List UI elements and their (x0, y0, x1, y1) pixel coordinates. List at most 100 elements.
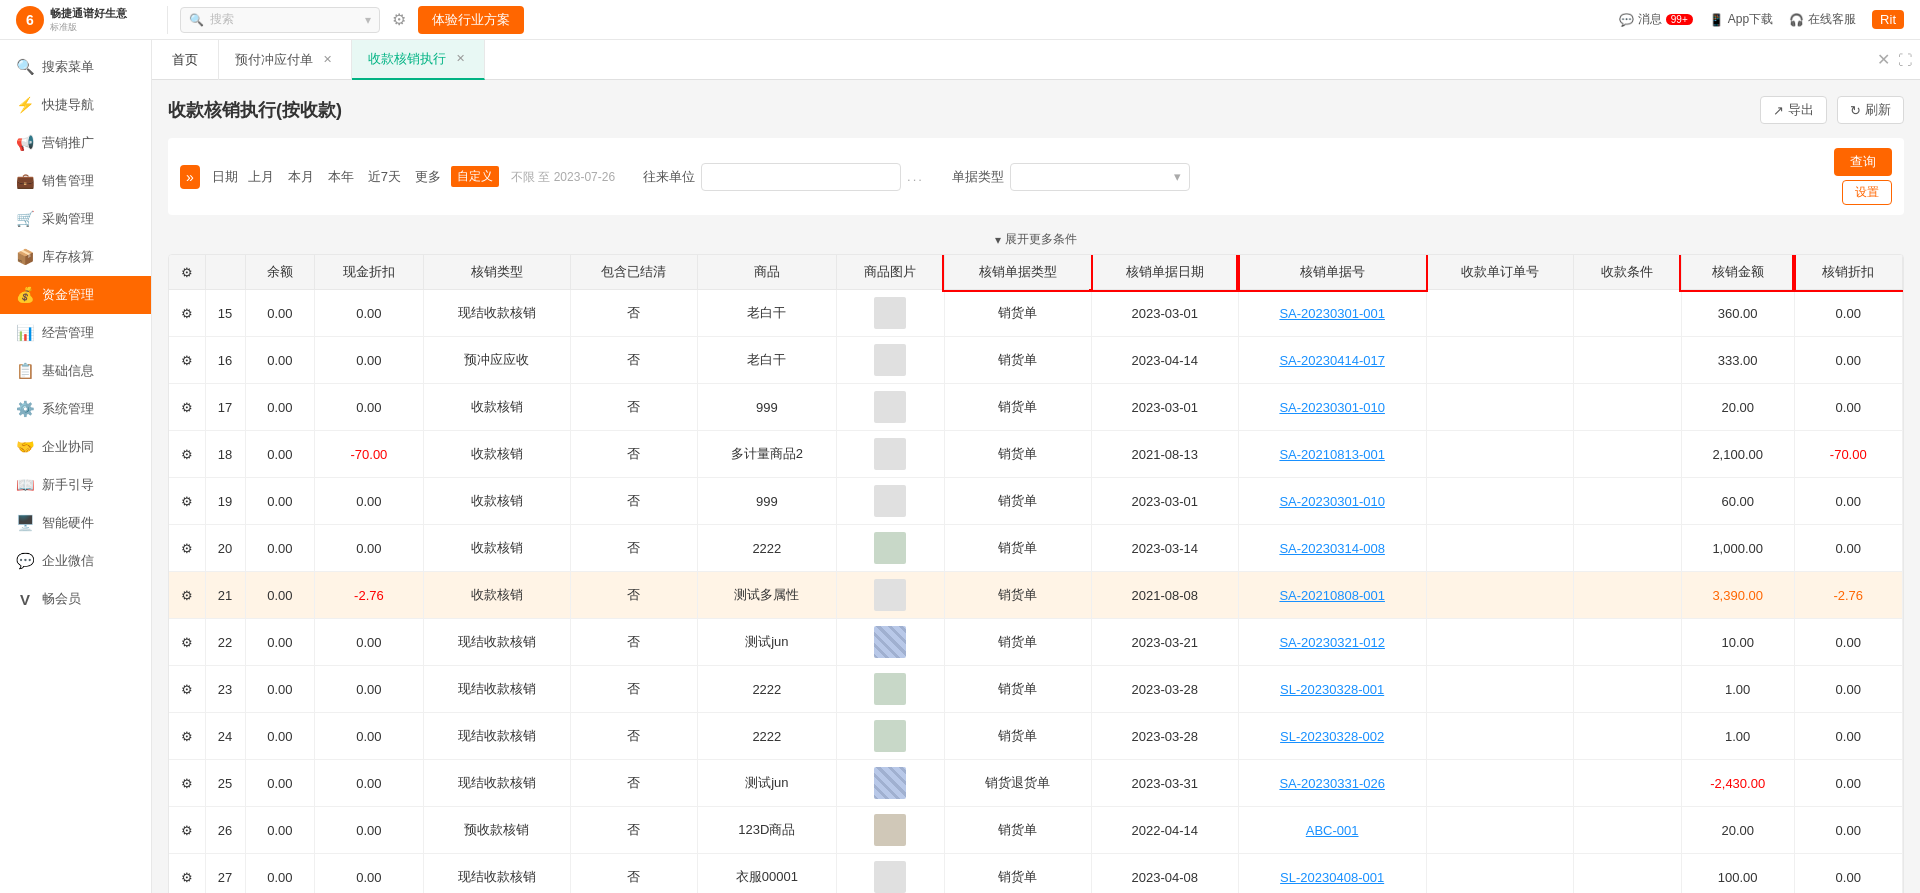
filter-7days[interactable]: 近7天 (364, 166, 405, 188)
box-icon: 📦 (16, 248, 34, 266)
solution-button[interactable]: 体验行业方案 (418, 6, 524, 34)
sidebar-item-guide[interactable]: 📖 新手引导 (0, 466, 151, 504)
col-settings-header: ⚙ (169, 255, 205, 290)
cell-settings[interactable]: ⚙ (169, 807, 205, 854)
filter-this-month[interactable]: 本月 (284, 166, 318, 188)
cell-writeoff-number[interactable]: SL-20230328-001 (1238, 666, 1426, 713)
sidebar-item-hardware[interactable]: 🖥️ 智能硬件 (0, 504, 151, 542)
voucher-type-select[interactable]: ▾ (1010, 163, 1190, 191)
cell-settings[interactable]: ⚙ (169, 431, 205, 478)
sidebar-item-finance[interactable]: 💰 资金管理 (0, 276, 151, 314)
cell-writeoff-number[interactable]: SL-20230408-001 (1238, 854, 1426, 894)
query-button[interactable]: 查询 (1834, 148, 1892, 176)
table-row: ⚙ 20 0.00 0.00 收款核销 否 2222 销货单 2023-03-1… (169, 525, 1903, 572)
tab-home[interactable]: 首页 (152, 40, 219, 80)
tab-writeoff-close[interactable]: ✕ (452, 51, 468, 67)
tab-prepay[interactable]: 预付冲应付单 ✕ (219, 40, 352, 80)
partner-dots: ... (907, 169, 924, 184)
sidebar-item-purchase[interactable]: 🛒 采购管理 (0, 200, 151, 238)
settings-button[interactable]: 设置 (1842, 180, 1892, 205)
cell-writeoff-discount: -2.76 (1794, 572, 1902, 619)
filter-this-year[interactable]: 本年 (324, 166, 358, 188)
sidebar-item-wechat[interactable]: 💬 企业微信 (0, 542, 151, 580)
online-service-btn[interactable]: 🎧 在线客服 (1789, 11, 1856, 28)
cell-writeoff-date: 2023-03-21 (1091, 619, 1238, 666)
cell-writeoff-number[interactable]: SA-20230314-008 (1238, 525, 1426, 572)
page-header: 收款核销执行(按收款) ↗ 导出 ↻ 刷新 (168, 96, 1904, 124)
cell-cash-discount: 0.00 (315, 713, 423, 760)
col-writeoff-discount-header: 核销折扣 (1794, 255, 1902, 290)
cell-include-cleared: 否 (570, 807, 698, 854)
cell-settings[interactable]: ⚙ (169, 713, 205, 760)
cell-balance: 0.00 (245, 525, 315, 572)
cell-writeoff-number[interactable]: SA-20210813-001 (1238, 431, 1426, 478)
filter-expand-btn[interactable]: » (180, 165, 200, 189)
filter-more[interactable]: 更多 (411, 166, 445, 188)
tab-writeoff[interactable]: 收款核销执行 ✕ (352, 40, 485, 80)
sidebar-item-search[interactable]: 🔍 搜索菜单 (0, 48, 151, 86)
cell-writeoff-number[interactable]: SA-20230414-017 (1238, 337, 1426, 384)
expand-window-icon[interactable]: ⛶ (1898, 52, 1912, 68)
cell-writeoff-discount: 0.00 (1794, 384, 1902, 431)
cell-settings[interactable]: ⚙ (169, 384, 205, 431)
sidebar-item-operations[interactable]: 📊 经营管理 (0, 314, 151, 352)
cell-writeoff-date: 2023-03-28 (1091, 713, 1238, 760)
cell-writeoff-date: 2021-08-08 (1091, 572, 1238, 619)
cell-settings[interactable]: ⚙ (169, 666, 205, 713)
cell-include-cleared: 否 (570, 478, 698, 525)
cell-writeoff-number[interactable]: SA-20230321-012 (1238, 619, 1426, 666)
cell-writeoff-number[interactable]: ABC-001 (1238, 807, 1426, 854)
top-search-box[interactable]: 🔍 搜索 ▾ (180, 7, 380, 33)
app-download-btn[interactable]: 📱 App下载 (1709, 11, 1773, 28)
tab-prepay-close[interactable]: ✕ (319, 52, 335, 68)
cell-settings[interactable]: ⚙ (169, 478, 205, 525)
cart-icon: 🛒 (16, 210, 34, 228)
cell-writeoff-type: 收款核销 (423, 431, 570, 478)
filter-last-month[interactable]: 上月 (244, 166, 278, 188)
filter-custom[interactable]: 自定义 (451, 166, 499, 187)
money-icon: 💰 (16, 286, 34, 304)
cell-settings[interactable]: ⚙ (169, 525, 205, 572)
cell-index: 20 (205, 525, 245, 572)
cell-writeoff-number[interactable]: SA-20210808-001 (1238, 572, 1426, 619)
cell-index: 15 (205, 290, 245, 337)
cell-settings[interactable]: ⚙ (169, 760, 205, 807)
expand-conditions-bar[interactable]: ▾ 展开更多条件 (168, 225, 1904, 254)
cell-writeoff-number[interactable]: SL-20230328-002 (1238, 713, 1426, 760)
cell-settings[interactable]: ⚙ (169, 619, 205, 666)
close-window-icon[interactable]: ✕ (1877, 50, 1890, 69)
cell-settings[interactable]: ⚙ (169, 854, 205, 894)
sidebar-item-vip[interactable]: V 畅会员 (0, 580, 151, 618)
refresh-button[interactable]: ↻ 刷新 (1837, 96, 1904, 124)
sidebar-item-inventory[interactable]: 📦 库存核算 (0, 238, 151, 276)
cell-writeoff-number[interactable]: SA-20230301-001 (1238, 290, 1426, 337)
sidebar-item-sales[interactable]: 💼 销售管理 (0, 162, 151, 200)
sidebar-item-marketing[interactable]: 📢 营销推广 (0, 124, 151, 162)
gear-icon[interactable]: ⚙ (392, 10, 406, 29)
sidebar-item-quicknav[interactable]: ⚡ 快捷导航 (0, 86, 151, 124)
user-avatar[interactable]: Rit (1872, 10, 1904, 29)
cell-index: 19 (205, 478, 245, 525)
col-product-header: 商品 (698, 255, 836, 290)
cell-writeoff-number[interactable]: SA-20230331-026 (1238, 760, 1426, 807)
sidebar-item-collab[interactable]: 🤝 企业协同 (0, 428, 151, 466)
cell-include-cleared: 否 (570, 713, 698, 760)
tab-writeoff-label: 收款核销执行 (368, 50, 446, 68)
cell-writeoff-number[interactable]: SA-20230301-010 (1238, 478, 1426, 525)
messages-btn[interactable]: 💬 消息 99+ (1619, 11, 1693, 28)
cell-product-image (836, 619, 944, 666)
data-table: ⚙ 余额 现金折扣 核销类型 包含已结清 商品 商品图片 核销单据类型 核销单据… (169, 255, 1903, 893)
export-button[interactable]: ↗ 导出 (1760, 96, 1827, 124)
table-scroll[interactable]: ⚙ 余额 现金折扣 核销类型 包含已结清 商品 商品图片 核销单据类型 核销单据… (169, 255, 1903, 893)
cell-settings[interactable]: ⚙ (169, 572, 205, 619)
cell-writeoff-type: 收款核销 (423, 572, 570, 619)
cell-settings[interactable]: ⚙ (169, 337, 205, 384)
cell-writeoff-date: 2023-03-01 (1091, 478, 1238, 525)
cell-settings[interactable]: ⚙ (169, 290, 205, 337)
sidebar-item-basics[interactable]: 📋 基础信息 (0, 352, 151, 390)
content-area: 收款核销执行(按收款) ↗ 导出 ↻ 刷新 » 日期 上月 (152, 80, 1920, 893)
clipboard-icon: 📋 (16, 362, 34, 380)
cell-writeoff-number[interactable]: SA-20230301-010 (1238, 384, 1426, 431)
sidebar-item-system[interactable]: ⚙️ 系统管理 (0, 390, 151, 428)
partner-input[interactable] (701, 163, 901, 191)
